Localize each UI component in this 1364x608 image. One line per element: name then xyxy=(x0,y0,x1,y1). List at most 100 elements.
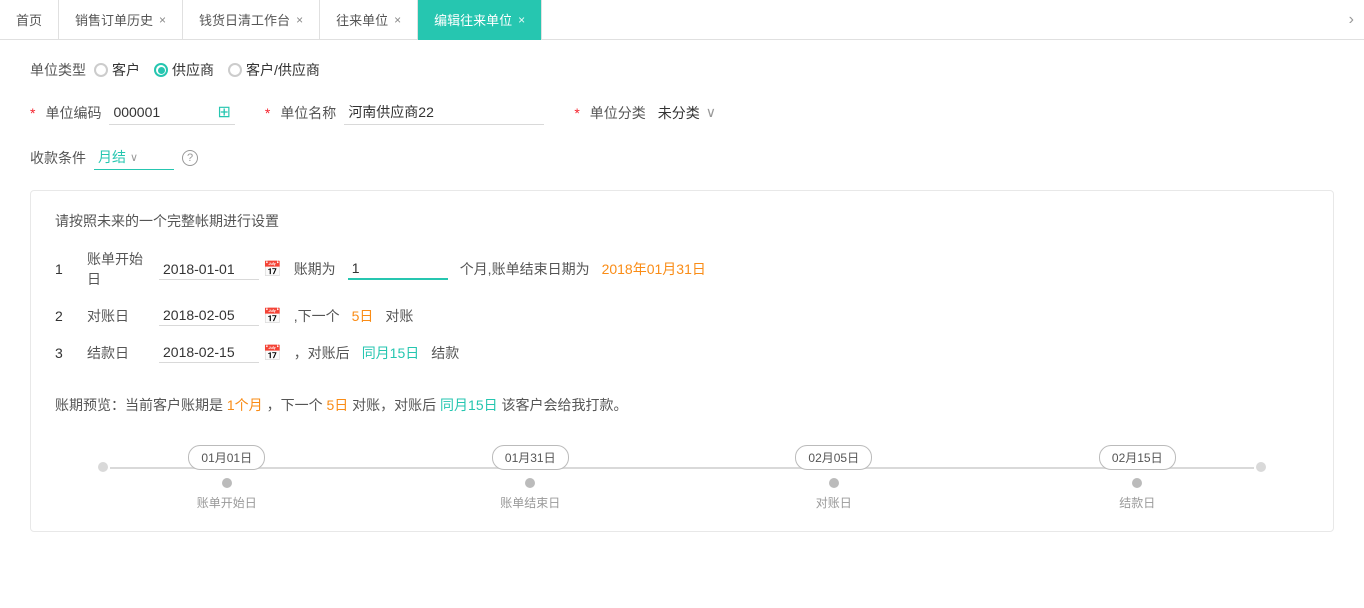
tab-sales-history-label: 销售订单历史 xyxy=(75,10,153,29)
setting-row-1: 1 账单开始日 📅 账期为 个月,账单结束日期为 2018年01月31日 xyxy=(55,249,1309,289)
row-3-highlight: 同月15日 xyxy=(362,343,420,363)
tab-partner[interactable]: 往来单位 × xyxy=(320,0,418,40)
payment-condition-value: 月结 xyxy=(98,147,126,167)
tab-home[interactable]: 首页 xyxy=(0,0,59,40)
tabs-bar: 首页 销售订单历史 × 钱货日清工作台 × 往来单位 × 编辑往来单位 × › xyxy=(0,0,1364,40)
setting-row-2: 2 对账日 📅 ,下一个 5日 对账 xyxy=(55,305,1309,326)
preview-text: 账期预览：当前客户账期是 1个月 ，下一个 5日 对账，对账后 同月15日 该客… xyxy=(55,379,1309,415)
setting-row-3: 3 结款日 📅 ，对账后 同月15日 结款 xyxy=(55,342,1309,363)
tab-more-button[interactable]: › xyxy=(1339,0,1364,40)
row-3-date-input[interactable] xyxy=(159,342,259,363)
tab-cashflow[interactable]: 钱货日清工作台 × xyxy=(183,0,320,40)
preview-label: 账期预览：当前客户账期是 xyxy=(55,397,223,413)
unit-code-copy-icon[interactable]: ⊞ xyxy=(217,102,230,122)
payment-condition-select[interactable]: 月结 ∨ xyxy=(94,145,174,170)
timeline-dot-2 xyxy=(525,478,535,488)
unit-name-star: * xyxy=(265,105,270,121)
tab-cashflow-label: 钱货日清工作台 xyxy=(199,10,290,29)
row-2-suffix: 对账 xyxy=(385,306,413,326)
settings-panel: 请按照未来的一个完整帐期进行设置 1 账单开始日 📅 账期为 个月,账单结束日期… xyxy=(30,190,1334,532)
payment-help-icon[interactable]: ? xyxy=(182,150,198,166)
unit-name-label: 单位名称 xyxy=(280,103,336,123)
row-3-type: 结款日 xyxy=(87,343,147,363)
tab-sales-history-close[interactable]: × xyxy=(159,13,166,27)
radio-supplier-label: 供应商 xyxy=(172,60,214,80)
row-1-calendar-icon[interactable]: 📅 xyxy=(263,260,282,278)
row-3-num: 3 xyxy=(55,345,75,361)
timeline-label-2: 账单结束日 xyxy=(500,494,560,511)
row-2-date-wrapper: 📅 xyxy=(159,305,282,326)
unit-code-item: * 单位编码 ⊞ xyxy=(30,100,235,125)
row-2-date-input[interactable] xyxy=(159,305,259,326)
timeline-label-3: 对账日 xyxy=(816,494,852,511)
timeline-badge-2: 01月31日 xyxy=(492,445,569,470)
preview-reconcile-day: 5日 xyxy=(326,397,348,413)
tab-sales-history[interactable]: 销售订单历史 × xyxy=(59,0,183,40)
unit-type-item: 单位类型 客户 供应商 客户/供应商 xyxy=(30,60,320,80)
radio-both-circle xyxy=(228,63,242,77)
payment-condition-arrow-icon: ∨ xyxy=(130,151,138,164)
timeline-node-3: 02月05日 对账日 xyxy=(682,445,986,511)
timeline-dot-4 xyxy=(1132,478,1142,488)
preview-sep2: 对账，对账后 xyxy=(352,397,436,413)
unit-code-input[interactable] xyxy=(113,104,213,120)
timeline-node-1: 01月01日 账单开始日 xyxy=(75,445,379,511)
unit-info-row: * 单位编码 ⊞ * 单位名称 * 单位分类 未分类 ∨ xyxy=(30,100,1334,125)
row-1-period-input[interactable] xyxy=(348,258,448,280)
unit-category-star: * xyxy=(574,105,579,121)
unit-category-label: 单位分类 xyxy=(590,103,646,123)
main-content: 单位类型 客户 供应商 客户/供应商 * 单位编码 xyxy=(0,40,1364,608)
row-3-calendar-icon[interactable]: 📅 xyxy=(263,344,282,362)
tab-home-label: 首页 xyxy=(16,10,42,29)
timeline-dot-1 xyxy=(222,478,232,488)
unit-code-star: * xyxy=(30,105,35,121)
timeline-label-4: 结款日 xyxy=(1119,494,1155,511)
preview-payment-day: 同月15日 xyxy=(440,397,498,413)
unit-category-value: 未分类 xyxy=(658,103,700,123)
radio-supplier[interactable]: 供应商 xyxy=(154,60,214,80)
row-2-prefix: ,下一个 xyxy=(294,306,340,326)
unit-category-item: * 单位分类 未分类 ∨ xyxy=(574,103,737,123)
row-2-type: 对账日 xyxy=(87,306,147,326)
radio-customer-circle xyxy=(94,63,108,77)
timeline-node-4: 02月15日 结款日 xyxy=(986,445,1290,511)
radio-customer-label: 客户 xyxy=(112,60,140,80)
row-1-suffix-text: 账期为 xyxy=(294,259,336,279)
payment-condition-item: 收款条件 月结 ∨ ? xyxy=(30,145,198,170)
row-1-num: 1 xyxy=(55,261,75,277)
row-2-calendar-icon[interactable]: 📅 xyxy=(263,307,282,325)
unit-code-label: 单位编码 xyxy=(45,103,101,123)
radio-both-label: 客户/供应商 xyxy=(246,60,320,80)
unit-name-input[interactable] xyxy=(344,100,544,125)
timeline-badge-3: 02月05日 xyxy=(795,445,872,470)
radio-supplier-circle xyxy=(154,63,168,77)
payment-condition-label: 收款条件 xyxy=(30,148,86,168)
timeline-container: 01月01日 账单开始日 01月31日 账单结束日 02月05日 对账日 xyxy=(55,445,1309,511)
unit-code-input-wrapper: ⊞ xyxy=(109,100,234,125)
unit-type-row: 单位类型 客户 供应商 客户/供应商 xyxy=(30,60,1334,80)
timeline-node-2: 01月31日 账单结束日 xyxy=(379,445,683,511)
row-2-num: 2 xyxy=(55,308,75,324)
payment-row: 收款条件 月结 ∨ ? xyxy=(30,145,1334,170)
tab-edit-partner-close[interactable]: × xyxy=(518,13,525,27)
timeline-badge-4: 02月15日 xyxy=(1099,445,1176,470)
tab-edit-partner[interactable]: 编辑往来单位 × xyxy=(418,0,542,40)
unit-name-item: * 单位名称 xyxy=(265,100,544,125)
radio-customer[interactable]: 客户 xyxy=(94,60,140,80)
panel-hint: 请按照未来的一个完整帐期进行设置 xyxy=(55,211,1309,231)
row-1-end-date: 2018年01月31日 xyxy=(602,259,706,279)
timeline-nodes: 01月01日 账单开始日 01月31日 账单结束日 02月05日 对账日 xyxy=(75,445,1289,511)
row-2-highlight: 5日 xyxy=(352,306,374,326)
row-3-prefix: ，对账后 xyxy=(294,343,350,363)
preview-end: 该客户会给我打款。 xyxy=(502,397,628,413)
tab-partner-close[interactable]: × xyxy=(394,13,401,27)
unit-category-select[interactable]: 未分类 ∨ xyxy=(658,103,738,123)
unit-category-arrow-icon: ∨ xyxy=(706,104,716,121)
preview-sep1: ，下一个 xyxy=(267,397,323,413)
tab-cashflow-close[interactable]: × xyxy=(296,13,303,27)
radio-both[interactable]: 客户/供应商 xyxy=(228,60,320,80)
timeline-badge-1: 01月01日 xyxy=(188,445,265,470)
row-1-period-suffix: 个月,账单结束日期为 xyxy=(460,259,590,279)
row-1-date-input[interactable] xyxy=(159,259,259,280)
tab-edit-partner-label: 编辑往来单位 xyxy=(434,10,512,29)
